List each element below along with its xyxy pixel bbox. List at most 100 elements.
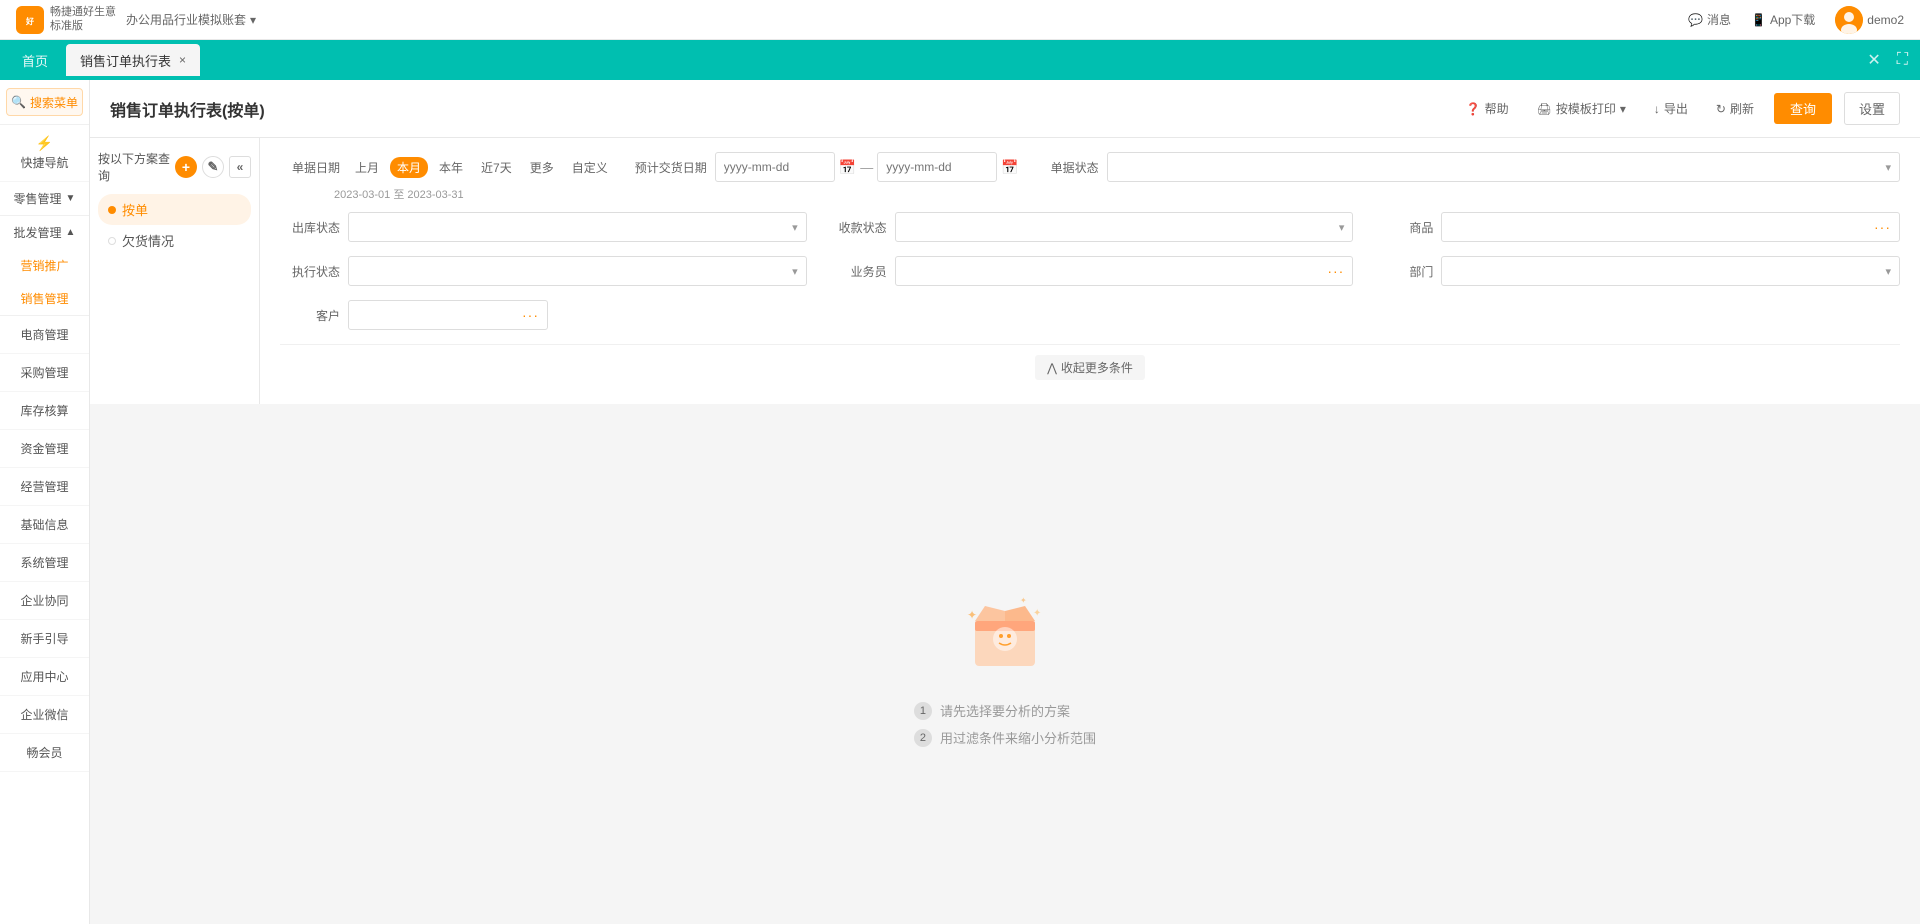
collapse-btn[interactable]: ⋀ 收起更多条件: [1035, 355, 1145, 380]
payment-dropdown-icon: ▾: [1339, 221, 1345, 234]
tab-current[interactable]: 销售订单执行表 ×: [66, 44, 200, 76]
query-btn[interactable]: 查询: [1774, 93, 1832, 124]
sidebar-item-inventory[interactable]: 库存核算: [0, 392, 89, 430]
retail-group-header[interactable]: 零售管理 ▼: [0, 182, 89, 215]
delivery-select[interactable]: ▾: [348, 212, 807, 242]
preset-this-year[interactable]: 本年: [432, 157, 470, 178]
filter-field-goods: 商品 ···: [1373, 212, 1900, 242]
preset-custom[interactable]: 自定义: [565, 157, 615, 178]
sidebar-item-collab[interactable]: 企业协同: [0, 582, 89, 620]
logo-text: 畅捷通好生意 标准版: [50, 6, 116, 32]
export-btn[interactable]: ↓ 导出: [1646, 96, 1696, 121]
sidebar-item-appstore[interactable]: 应用中心: [0, 658, 89, 696]
basics-label: 基础信息: [20, 516, 68, 533]
ecommerce-label: 电商管理: [20, 326, 68, 343]
sidebar-sub-marketing[interactable]: 营销推广: [0, 249, 89, 282]
status-dropdown-icon: ▾: [1885, 161, 1891, 174]
wechat-label: 企业微信: [20, 706, 68, 723]
goods-label: 商品: [1373, 219, 1433, 236]
salesperson-label: 业务员: [827, 263, 887, 280]
goods-select[interactable]: ···: [1441, 212, 1900, 242]
search-menu-btn[interactable]: 🔍 搜索菜单: [6, 88, 83, 116]
payment-select[interactable]: ▾: [895, 212, 1354, 242]
sidebar-item-ecommerce[interactable]: 电商管理: [0, 316, 89, 354]
wholesale-label: 批发管理: [14, 224, 62, 241]
svg-text:✦: ✦: [1020, 596, 1027, 605]
sidebar-item-system[interactable]: 系统管理: [0, 544, 89, 582]
expected-date-to[interactable]: [877, 152, 997, 182]
member-label: 畅会员: [26, 744, 62, 761]
filter-nav-byorder[interactable]: 按单: [98, 194, 251, 225]
salesperson-select[interactable]: ···: [895, 256, 1354, 286]
customer-select[interactable]: ···: [348, 300, 548, 330]
dept-label: 部门: [1373, 263, 1433, 280]
inactive-dot: [108, 237, 116, 245]
exec-status-select[interactable]: ▾: [348, 256, 807, 286]
preset-more[interactable]: 更多: [523, 157, 561, 178]
sidebar-item-member[interactable]: 畅会员: [0, 734, 89, 772]
goods-more-icon[interactable]: ···: [1874, 219, 1891, 235]
filter-row-1: 单据日期 上月 本月 本年 近7天 更多 自定义: [280, 152, 1900, 182]
tab-home[interactable]: 首页: [8, 44, 62, 76]
logo-area: 好 畅捷通好生意 标准版: [16, 6, 116, 34]
collapse-icon: ⋀: [1047, 361, 1057, 375]
message-btn[interactable]: 💬 消息: [1688, 11, 1731, 28]
filter-row-3: 执行状态 ▾ 业务员 ···: [280, 256, 1900, 286]
preset-7days[interactable]: 近7天: [474, 157, 519, 178]
tab-close-all-icon[interactable]: ✕: [1863, 46, 1884, 74]
preset-this-month[interactable]: 本月: [390, 157, 428, 178]
page-header: 销售订单执行表(按单) ❓ 帮助 🖨 按模板打印 ▾ ↓ 导出 ↻ 刷新: [90, 80, 1920, 138]
tab-expand-icon[interactable]: ⛶: [1893, 47, 1912, 73]
preset-last-month[interactable]: 上月: [348, 157, 386, 178]
sidebar-item-operations[interactable]: 经营管理: [0, 468, 89, 506]
cal-icon-from: 📅: [839, 159, 856, 176]
logo-icon: 好: [16, 6, 44, 34]
sidebar-item-basics[interactable]: 基础信息: [0, 506, 89, 544]
sidebar-item-wechat[interactable]: 企业微信: [0, 696, 89, 734]
filter-main: 单据日期 上月 本月 本年 近7天 更多 自定义: [260, 138, 1920, 404]
edit-scheme-btn[interactable]: ✎: [202, 156, 224, 178]
filter-nav-shortage[interactable]: 欠货情况: [98, 225, 251, 256]
expected-date-inputs: 📅 — 📅: [715, 152, 1019, 182]
cal-icon-to: 📅: [1001, 159, 1018, 176]
salesperson-more-icon[interactable]: ···: [1327, 263, 1344, 279]
refresh-btn[interactable]: ↻ 刷新: [1708, 96, 1762, 121]
sidebar-sub-sales[interactable]: 销售管理: [0, 282, 89, 315]
sidebar-item-finance[interactable]: 资金管理: [0, 430, 89, 468]
settings-btn[interactable]: 设置: [1844, 92, 1900, 125]
filter-field-customer: 客户 ···: [280, 300, 580, 330]
filter-row-2: 出库状态 ▾ 收款状态 ▾: [280, 212, 1900, 242]
filter-field-payment: 收款状态 ▾: [827, 212, 1354, 242]
quick-nav-icon: ⚡: [36, 135, 53, 152]
filter-field-exec-status: 执行状态 ▾: [280, 256, 807, 286]
wholesale-group-header[interactable]: 批发管理 ▲: [0, 216, 89, 249]
empty-tip-1: 1 请先选择要分析的方案: [914, 701, 1096, 720]
page-header-actions: ❓ 帮助 🖨 按模板打印 ▾ ↓ 导出 ↻ 刷新 查询 设置: [1458, 92, 1900, 137]
expected-date-from[interactable]: [715, 152, 835, 182]
filter-sidebar-icons: + ✎ «: [175, 156, 251, 178]
print-btn[interactable]: 🖨 按模板打印 ▾: [1529, 96, 1634, 121]
tab-bar: 首页 销售订单执行表 × ✕ ⛶: [0, 40, 1920, 80]
sidebar-item-purchase[interactable]: 采购管理: [0, 354, 89, 392]
sidebar-item-guide[interactable]: 新手引导: [0, 620, 89, 658]
wholesale-arrow-icon: ▲: [66, 227, 76, 238]
user-menu[interactable]: demo2: [1835, 6, 1904, 34]
collapse-sidebar-btn[interactable]: «: [229, 156, 251, 178]
customer-label: 客户: [280, 307, 340, 324]
tip-num-2: 2: [914, 729, 932, 747]
help-btn[interactable]: ❓ 帮助: [1458, 96, 1517, 121]
filter-field-dept: 部门 ▾: [1373, 256, 1900, 286]
add-scheme-btn[interactable]: +: [175, 156, 197, 178]
tab-close-icon[interactable]: ×: [179, 53, 186, 67]
filter-field-status: 单据状态 ▾: [1039, 152, 1900, 182]
app-download-btn[interactable]: 📱 App下载: [1751, 11, 1815, 28]
status-select[interactable]: ▾: [1107, 152, 1900, 182]
dept-select[interactable]: ▾: [1441, 256, 1900, 286]
app-title[interactable]: 办公用品行业模拟账套 ▾: [126, 11, 256, 28]
customer-more-icon[interactable]: ···: [522, 307, 539, 323]
guide-label: 新手引导: [20, 630, 68, 647]
empty-tip-2: 2 用过滤条件来缩小分析范围: [914, 728, 1096, 747]
sidebar-item-quick-nav[interactable]: ⚡ 快捷导航: [0, 125, 89, 182]
tip-num-1: 1: [914, 702, 932, 720]
date-label: 单据日期: [280, 159, 340, 176]
